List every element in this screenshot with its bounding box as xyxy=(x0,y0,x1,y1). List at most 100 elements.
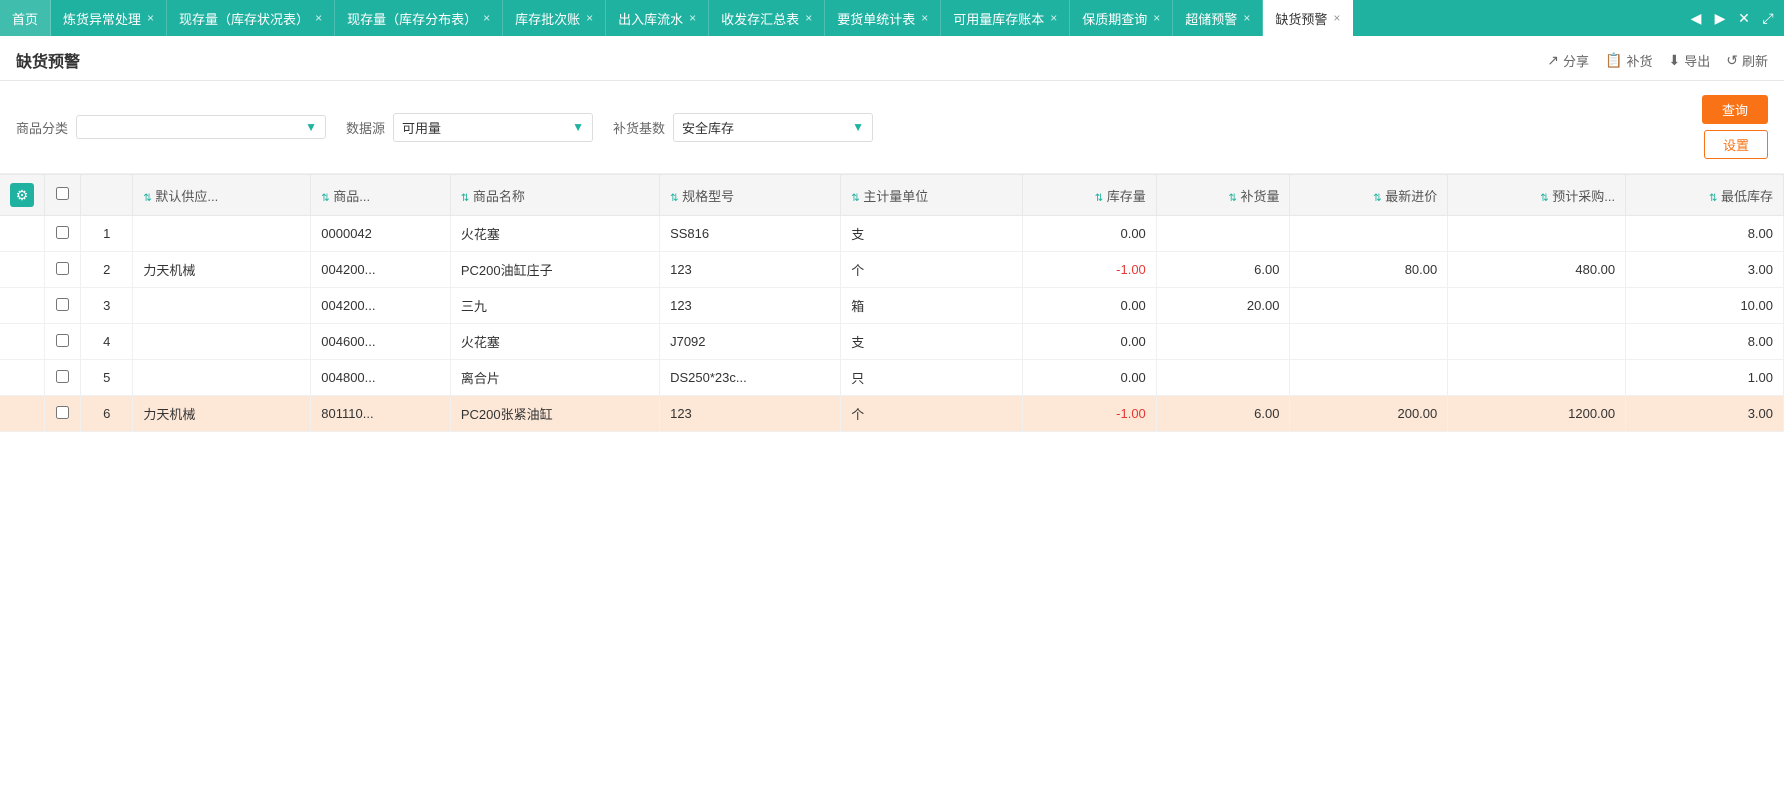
row-settings-cell xyxy=(0,288,45,324)
tab-label: 保质期查询 xyxy=(1082,9,1147,28)
table-row[interactable]: 5004800...离合片DS250*23c...只0.001.00 xyxy=(0,360,1784,396)
cell-stock-qty: 0.00 xyxy=(1023,324,1157,360)
refresh-label: 刷新 xyxy=(1742,51,1768,70)
close-icon[interactable]: × xyxy=(1243,11,1250,25)
tab-available-ledger[interactable]: 可用量库存账本 × xyxy=(941,0,1070,36)
th-estimated-purchase[interactable]: ⇅ 预计采购... xyxy=(1448,175,1626,216)
table-row[interactable]: 2力天机械004200...PC200油缸庄子123个-1.006.0080.0… xyxy=(0,252,1784,288)
close-icon[interactable]: × xyxy=(147,11,154,25)
tab-expiry-query[interactable]: 保质期查询 × xyxy=(1070,0,1173,36)
tab-label: 收发存汇总表 xyxy=(721,9,799,28)
th-latest-price[interactable]: ⇅ 最新进价 xyxy=(1290,175,1448,216)
cell-replenish-qty xyxy=(1156,360,1290,396)
cell-latest-price xyxy=(1290,216,1448,252)
cell-unit: 支 xyxy=(841,324,1023,360)
close-icon[interactable]: × xyxy=(315,11,322,25)
export-label: 导出 xyxy=(1684,51,1710,70)
close-icon[interactable]: × xyxy=(921,11,928,25)
export-action[interactable]: ⬇ 导出 xyxy=(1669,51,1711,70)
table-row[interactable]: 3004200...三九123箱0.0020.0010.00 xyxy=(0,288,1784,324)
cell-min-stock: 8.00 xyxy=(1626,216,1784,252)
tab-exception[interactable]: 炼货异常处理 × xyxy=(51,0,167,36)
table-row[interactable]: 10000042火花塞SS816支0.008.00 xyxy=(0,216,1784,252)
replenish-icon: 📋 xyxy=(1605,52,1622,69)
tab-label: 可用量库存账本 xyxy=(953,9,1044,28)
row-number: 3 xyxy=(81,288,133,324)
chevron-down-icon: ▼ xyxy=(572,120,584,134)
close-icon[interactable]: × xyxy=(1050,11,1057,25)
tab-home[interactable]: 首页 xyxy=(0,0,51,36)
th-stock-qty[interactable]: ⇅ 库存量 xyxy=(1023,175,1157,216)
th-default-supplier[interactable]: ⇅ 默认供应... xyxy=(133,175,311,216)
close-icon[interactable]: × xyxy=(1153,11,1160,25)
th-min-stock[interactable]: ⇅ 最低库存 xyxy=(1626,175,1784,216)
tab-nav-buttons: ◀ ▶ ✕ ⤢ xyxy=(1680,6,1784,30)
th-spec[interactable]: ⇅ 规格型号 xyxy=(660,175,841,216)
tab-inventory-status[interactable]: 现存量（库存状况表） × xyxy=(167,0,335,36)
th-num xyxy=(81,175,133,216)
row-checkbox[interactable] xyxy=(56,262,69,275)
th-product-code[interactable]: ⇅ 商品... xyxy=(311,175,451,216)
th-product-name[interactable]: ⇅ 商品名称 xyxy=(450,175,659,216)
tab-inout-flow[interactable]: 出入库流水 × xyxy=(606,0,709,36)
close-icon[interactable]: × xyxy=(689,11,696,25)
cell-default-supplier: 力天机械 xyxy=(133,252,311,288)
close-icon[interactable]: × xyxy=(1333,11,1340,25)
cell-stock-qty: -1.00 xyxy=(1023,396,1157,432)
datasource-select[interactable]: 可用量 ▼ xyxy=(393,113,593,142)
tab-close-all-button[interactable]: ✕ xyxy=(1732,6,1756,30)
row-checkbox[interactable] xyxy=(56,406,69,419)
tab-next-button[interactable]: ▶ xyxy=(1708,6,1732,30)
row-checkbox[interactable] xyxy=(56,298,69,311)
refresh-icon: ↺ xyxy=(1726,52,1738,69)
gear-settings-icon[interactable]: ⚙ xyxy=(10,183,34,207)
th-replenish-qty[interactable]: ⇅ 补货量 xyxy=(1156,175,1290,216)
share-action[interactable]: ↗ 分享 xyxy=(1547,51,1589,70)
datasource-label: 数据源 xyxy=(346,118,385,137)
cell-unit: 支 xyxy=(841,216,1023,252)
replenish-action[interactable]: 📋 补货 xyxy=(1605,51,1652,70)
category-label: 商品分类 xyxy=(16,118,68,137)
cell-replenish-qty: 20.00 xyxy=(1156,288,1290,324)
cell-product-code: 004600... xyxy=(311,324,451,360)
cell-estimated-purchase: 480.00 xyxy=(1448,252,1626,288)
close-icon[interactable]: × xyxy=(483,11,490,25)
row-checkbox[interactable] xyxy=(56,226,69,239)
tab-inventory-dist[interactable]: 现存量（库存分布表） × xyxy=(335,0,503,36)
select-all-checkbox[interactable] xyxy=(56,187,69,200)
row-checkbox[interactable] xyxy=(56,334,69,347)
tab-receipt-summary[interactable]: 收发存汇总表 × xyxy=(709,0,825,36)
tab-prev-button[interactable]: ◀ xyxy=(1684,6,1708,30)
tab-order-stats[interactable]: 要货单统计表 × xyxy=(825,0,941,36)
row-number: 2 xyxy=(81,252,133,288)
table-row[interactable]: 6力天机械801110...PC200张紧油缸123个-1.006.00200.… xyxy=(0,396,1784,432)
tab-batch-account[interactable]: 库存批次账 × xyxy=(503,0,606,36)
tab-expand-button[interactable]: ⤢ xyxy=(1756,6,1780,30)
cell-stock-qty: 0.00 xyxy=(1023,360,1157,396)
cell-spec: J7092 xyxy=(660,324,841,360)
replenish-base-select[interactable]: 安全库存 ▼ xyxy=(673,113,873,142)
tab-bar: 首页 炼货异常处理 × 现存量（库存状况表） × 现存量（库存分布表） × 库存… xyxy=(0,0,1784,36)
query-button[interactable]: 查询 xyxy=(1702,95,1768,124)
tab-shortage-warning[interactable]: 缺货预警 × xyxy=(1263,0,1353,36)
th-unit[interactable]: ⇅ 主计量单位 xyxy=(841,175,1023,216)
sort-icon: ⇅ xyxy=(143,193,151,204)
refresh-action[interactable]: ↺ 刷新 xyxy=(1726,51,1768,70)
row-checkbox[interactable] xyxy=(56,370,69,383)
cell-spec: 123 xyxy=(660,396,841,432)
settings-button[interactable]: 设置 xyxy=(1704,130,1768,159)
cell-estimated-purchase: 1200.00 xyxy=(1448,396,1626,432)
close-icon[interactable]: × xyxy=(586,11,593,25)
share-icon: ↗ xyxy=(1547,52,1559,69)
close-icon[interactable]: × xyxy=(805,11,812,25)
cell-stock-qty: -1.00 xyxy=(1023,252,1157,288)
sort-icon: ⇅ xyxy=(1709,193,1717,204)
page-header: 缺货预警 ↗ 分享 📋 补货 ⬇ 导出 ↺ 刷新 xyxy=(0,36,1784,81)
cell-estimated-purchase xyxy=(1448,288,1626,324)
tab-label: 缺货预警 xyxy=(1275,9,1327,28)
category-select[interactable]: ▼ xyxy=(76,115,326,139)
cell-default-supplier xyxy=(133,324,311,360)
tab-overstock-warning[interactable]: 超储预警 × xyxy=(1173,0,1263,36)
cell-spec: 123 xyxy=(660,252,841,288)
table-row[interactable]: 4004600...火花塞J7092支0.008.00 xyxy=(0,324,1784,360)
